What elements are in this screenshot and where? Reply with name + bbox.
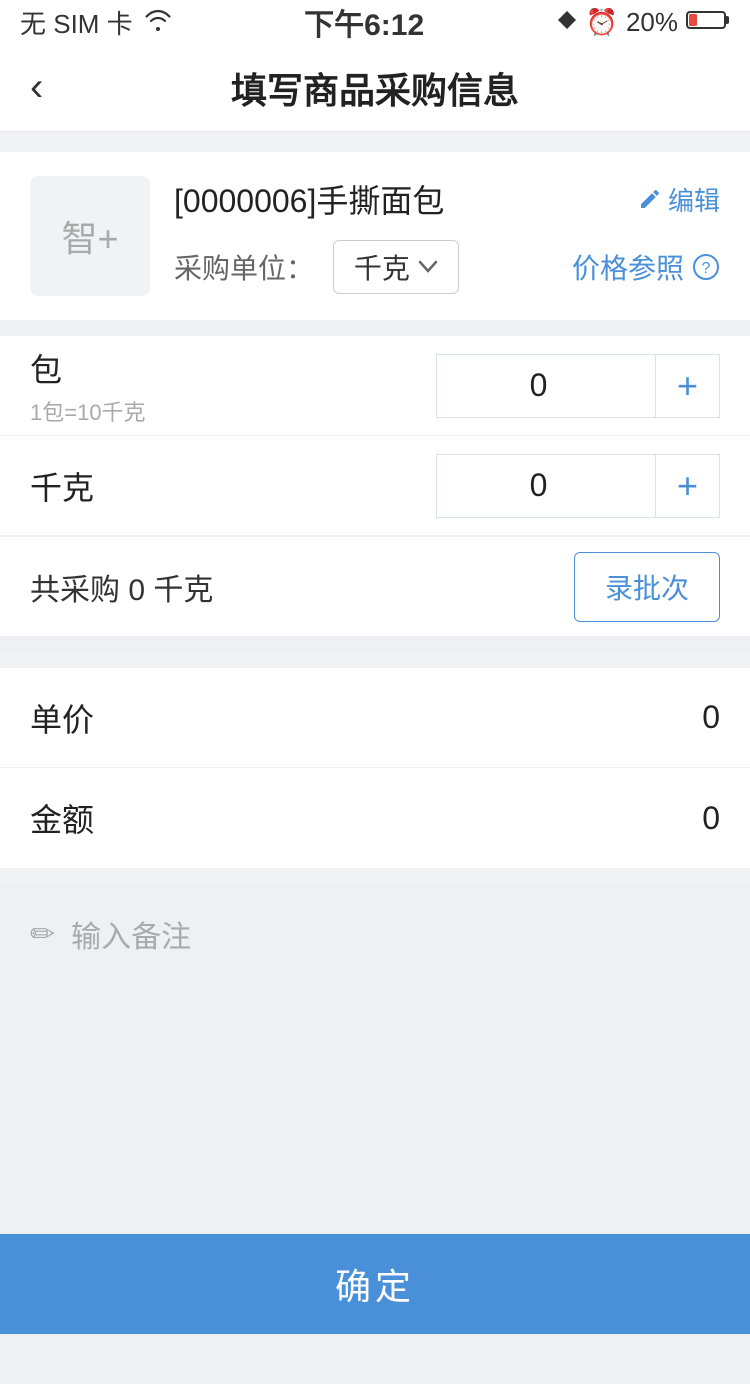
battery-percent: 20% (626, 7, 678, 38)
alarm-icon: ⏰ (586, 7, 618, 38)
info-section: 单价 0 金额 0 (0, 668, 750, 868)
edit-icon (638, 187, 662, 211)
kg-label-main: 千克 (30, 463, 94, 509)
kg-label: 千克 (30, 463, 94, 509)
no-sim-text: 无 SIM 卡 (20, 4, 133, 41)
status-time: 下午6:12 (304, 0, 424, 44)
unit-row: 采购单位： 千克 价格参照 ? (174, 240, 720, 294)
back-button[interactable]: ‹ (30, 65, 43, 110)
input-section: 包 1包=10千克 + 千克 + (0, 336, 750, 536)
status-bar: 无 SIM 卡 下午6:12 ⏰ 20% (0, 0, 750, 44)
unit-price-label: 单价 (30, 695, 94, 741)
unit-container: 采购单位： 千克 (174, 240, 459, 294)
kg-input-row: 千克 + (0, 436, 750, 536)
summary-row: 共采购 0 千克 录批次 (0, 536, 750, 636)
chevron-down-icon (418, 260, 438, 274)
status-right: ⏰ 20% (556, 7, 730, 38)
pencil-icon: ✏ (30, 917, 55, 952)
info-icon: ? (692, 253, 720, 281)
wifi-icon (143, 7, 173, 38)
unit-price-row: 单价 0 (0, 668, 750, 768)
batch-button[interactable]: 录批次 (574, 552, 720, 622)
package-label-sub: 1包=10千克 (30, 395, 146, 427)
edit-button[interactable]: 编辑 (638, 181, 720, 218)
note-section[interactable]: ✏ 输入备注 (0, 884, 750, 984)
package-input-control: + (436, 354, 720, 418)
battery-icon (686, 7, 730, 38)
kg-qty-input[interactable] (436, 454, 656, 518)
amount-label: 金额 (30, 795, 94, 841)
package-plus-button[interactable]: + (656, 354, 720, 418)
package-label: 包 1包=10千克 (30, 345, 146, 427)
kg-plus-button[interactable]: + (656, 454, 720, 518)
amount-value: 0 (702, 800, 720, 837)
price-ref-label: 价格参照 (572, 247, 684, 287)
package-label-main: 包 (30, 345, 146, 391)
package-qty-input[interactable] (436, 354, 656, 418)
confirm-button[interactable]: 确定 (0, 1234, 750, 1334)
product-image: 智+ (30, 176, 150, 296)
location-icon (556, 7, 578, 38)
confirm-label: 确定 (335, 1258, 415, 1310)
unit-value: 千克 (354, 247, 410, 287)
price-ref-button[interactable]: 价格参照 ? (572, 247, 720, 287)
note-placeholder: 输入备注 (71, 912, 191, 956)
nav-bar: ‹ 填写商品采购信息 (0, 44, 750, 132)
product-logo: 智+ (61, 210, 118, 262)
package-input-row: 包 1包=10千克 + (0, 336, 750, 436)
unit-select[interactable]: 千克 (333, 240, 459, 294)
svg-text:?: ? (702, 260, 711, 277)
amount-row: 金额 0 (0, 768, 750, 868)
unit-label: 采购单位： (174, 253, 314, 284)
status-left: 无 SIM 卡 (20, 4, 173, 41)
kg-input-control: + (436, 454, 720, 518)
edit-label: 编辑 (668, 181, 720, 218)
divider-2 (0, 636, 750, 652)
product-card: 智+ [0000006]手撕面包 编辑 采购单位： 千克 (0, 152, 750, 320)
product-name-row: [0000006]手撕面包 编辑 (174, 176, 720, 222)
product-full-name: [0000006]手撕面包 (174, 176, 444, 222)
divider-1 (0, 320, 750, 336)
unit-price-value: 0 (702, 699, 720, 736)
product-info: [0000006]手撕面包 编辑 采购单位： 千克 价格参照 (174, 176, 720, 294)
summary-text: 共采购 0 千克 (30, 565, 213, 609)
page-title: 填写商品采购信息 (231, 62, 519, 114)
